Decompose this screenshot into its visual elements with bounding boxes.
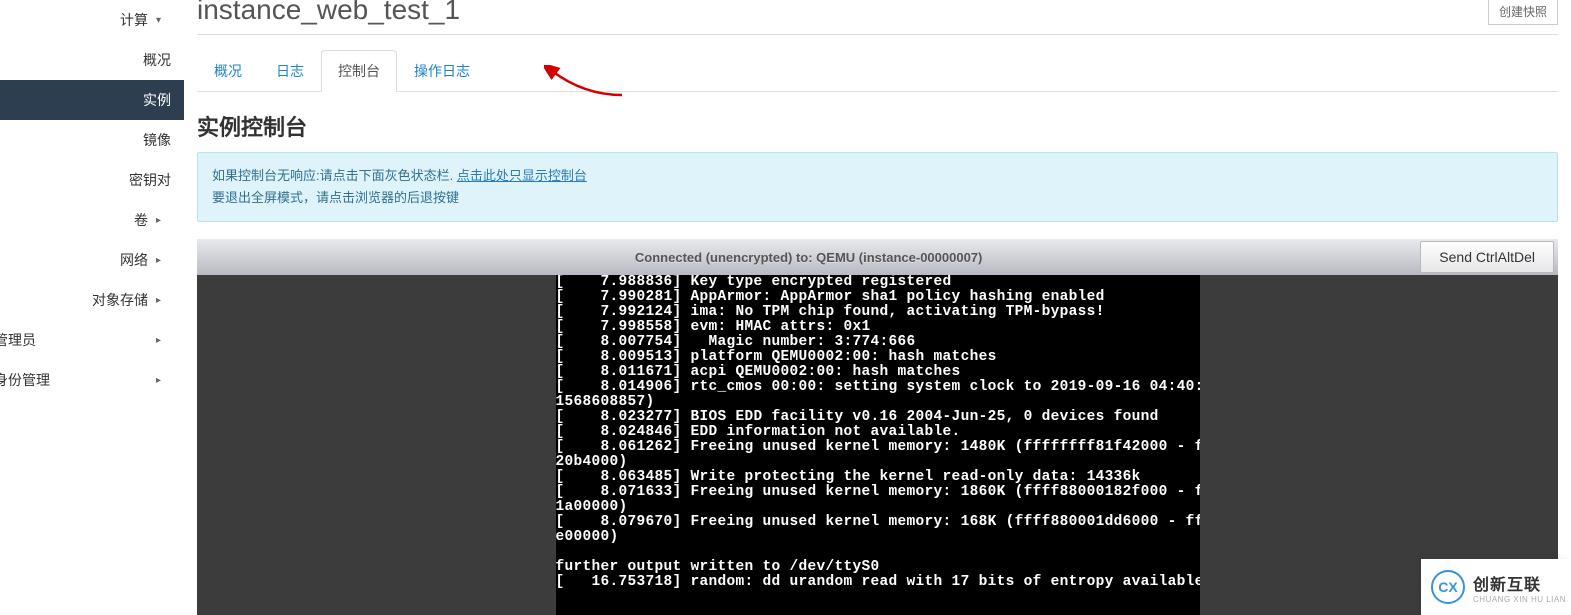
terminal-output[interactable]: [ 7.988836] Key type encrypted registere… xyxy=(556,275,1200,615)
sidebar: 计算 ▾ 概况 实例 镜像 密钥对 卷 ▸ 网络 ▸ 对象存储 ▸ 管理员 ▸ … xyxy=(0,0,184,615)
tab-actions[interactable]: 操作日志 xyxy=(397,50,487,92)
sidebar-item-images[interactable]: 镜像 xyxy=(0,120,184,160)
sidebar-item-overview[interactable]: 概况 xyxy=(0,40,184,80)
vnc-status-text: Connected (unencrypted) to: QEMU (instan… xyxy=(197,250,1420,265)
terminal-frame: [ 7.988836] Key type encrypted registere… xyxy=(197,275,1558,615)
sidebar-label: 计算 xyxy=(8,10,148,30)
create-snapshot-button[interactable]: 创建快照 xyxy=(1488,0,1558,25)
watermark-cn: 创新互联 xyxy=(1473,571,1566,595)
chevron-right-icon: ▸ xyxy=(156,375,166,386)
sidebar-item-network[interactable]: 网络 ▸ xyxy=(0,240,184,280)
info-text: 如果控制台无响应:请点击下面灰色状态栏. xyxy=(212,168,457,183)
watermark-logo: CX 创新互联 CHUANG XIN HU LIAN xyxy=(1421,559,1571,615)
watermark-en: CHUANG XIN HU LIAN xyxy=(1473,595,1566,604)
tab-console[interactable]: 控制台 xyxy=(321,50,397,92)
tab-bar: 概况 日志 控制台 操作日志 xyxy=(197,49,1558,92)
vnc-status-bar[interactable]: Connected (unencrypted) to: QEMU (instan… xyxy=(197,239,1558,275)
console-heading: 实例控制台 xyxy=(197,110,1558,142)
vnc-panel: Connected (unencrypted) to: QEMU (instan… xyxy=(197,239,1558,615)
info-text-2: 要退出全屏模式，请点击浏览器的后退按键 xyxy=(212,187,1543,209)
chevron-right-icon: ▸ xyxy=(156,335,166,346)
watermark-badge-icon: CX xyxy=(1431,570,1465,604)
sidebar-item-admin[interactable]: 管理员 ▸ xyxy=(0,320,184,360)
sidebar-item-identity[interactable]: 身份管理 ▸ xyxy=(0,360,184,400)
sidebar-item-instances[interactable]: 实例 xyxy=(0,80,184,120)
chevron-right-icon: ▸ xyxy=(156,295,166,306)
show-only-console-link[interactable]: 点击此处只显示控制台 xyxy=(457,168,587,183)
chevron-right-icon: ▸ xyxy=(156,215,166,226)
sidebar-item-compute[interactable]: 计算 ▾ xyxy=(0,0,184,40)
tab-log[interactable]: 日志 xyxy=(259,50,321,92)
main-content: instance_web_test_1 创建快照 概况 日志 控制台 操作日志 … xyxy=(184,0,1571,615)
send-ctrlaltdel-button[interactable]: Send CtrlAltDel xyxy=(1420,241,1554,273)
page-header: instance_web_test_1 创建快照 xyxy=(197,0,1558,35)
chevron-right-icon: ▸ xyxy=(156,255,166,266)
sidebar-item-keypairs[interactable]: 密钥对 xyxy=(0,160,184,200)
page-title: instance_web_test_1 xyxy=(197,0,460,26)
chevron-down-icon: ▾ xyxy=(156,15,166,26)
tab-overview[interactable]: 概况 xyxy=(197,50,259,92)
sidebar-item-volumes[interactable]: 卷 ▸ xyxy=(0,200,184,240)
sidebar-item-object-storage[interactable]: 对象存储 ▸ xyxy=(0,280,184,320)
console-info-box: 如果控制台无响应:请点击下面灰色状态栏. 点击此处只显示控制台 要退出全屏模式，… xyxy=(197,152,1558,222)
